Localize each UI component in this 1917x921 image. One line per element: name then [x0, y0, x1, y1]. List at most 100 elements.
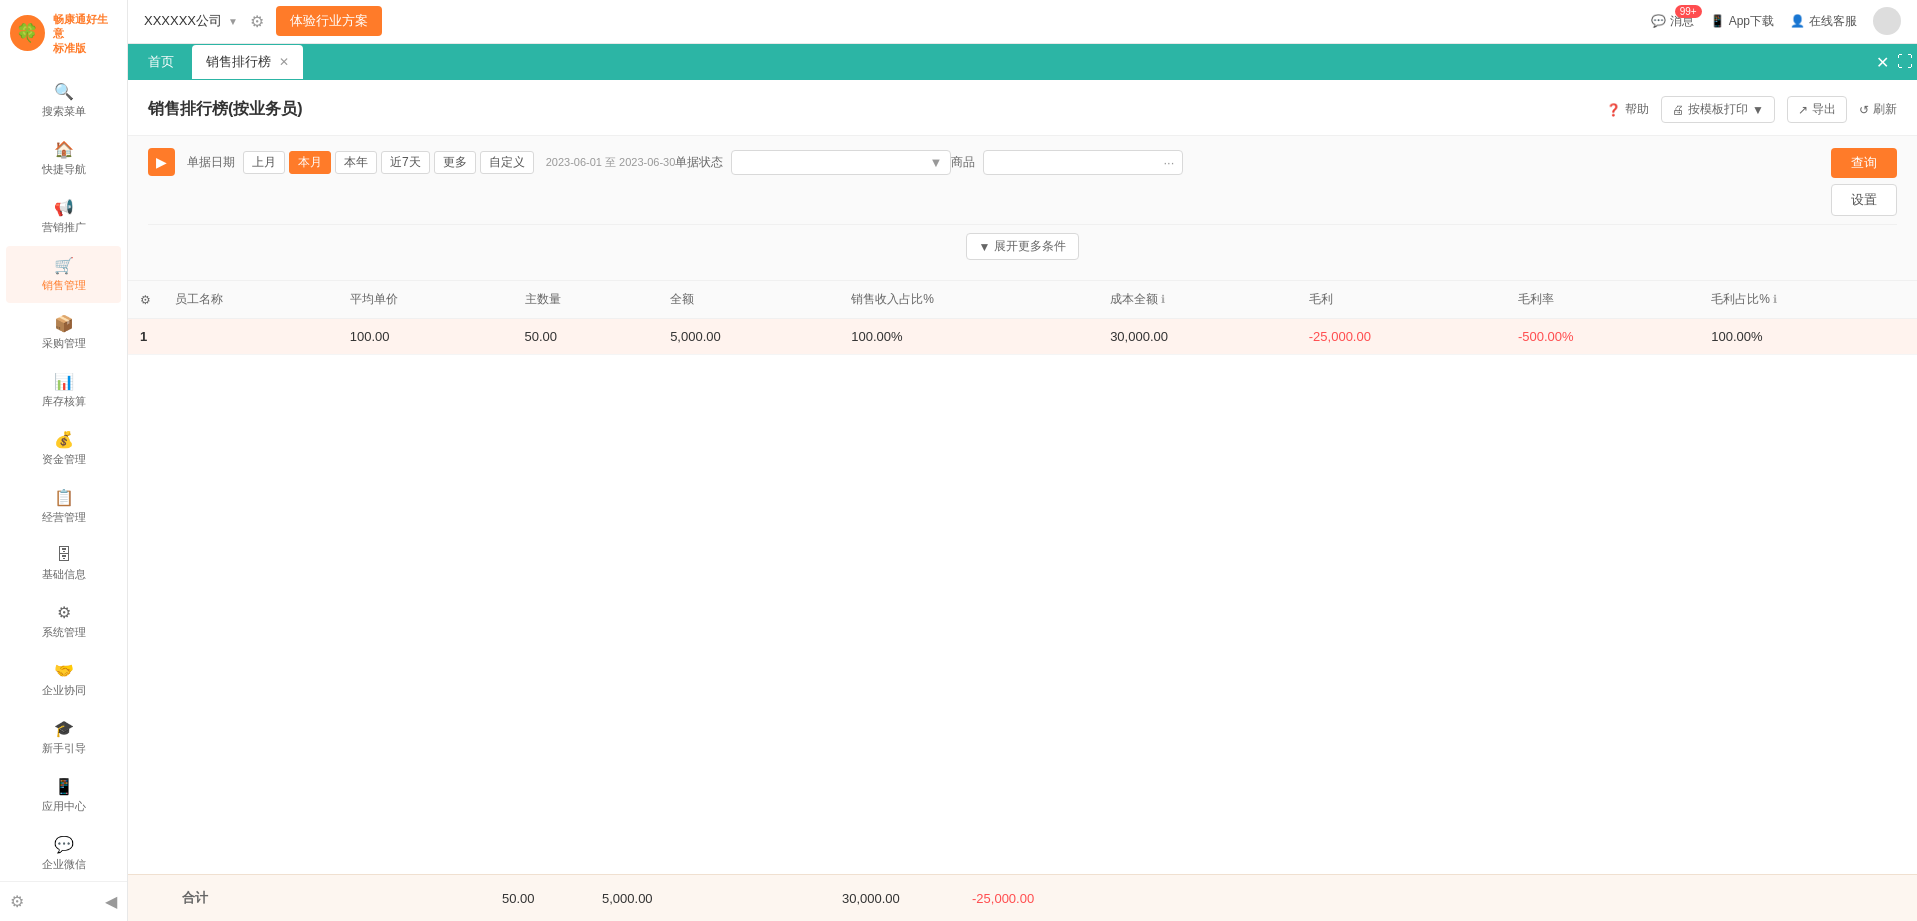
settings-bottom-icon[interactable]: ⚙ — [10, 892, 24, 911]
sidebar-nav: 🔍 搜索菜单 🏠 快捷导航 📢 营销推广 🛒 销售管理 📦 采购管理 📊 库存核… — [0, 67, 127, 881]
status-select[interactable]: ▼ — [731, 150, 951, 175]
date-btn-more[interactable]: 更多 — [434, 151, 476, 174]
guide-icon: 🎓 — [54, 719, 74, 738]
logo-icon: 🍀 — [10, 15, 45, 51]
main-area: XXXXXX公司 ▼ ⚙ 体验行业方案 💬 消息 99+ 📱 App下载 👤 在… — [128, 0, 1917, 921]
sidebar-item-quick[interactable]: 🏠 快捷导航 — [6, 130, 121, 187]
print-label: 按模板打印 — [1688, 101, 1748, 118]
logo-text: 畅康通好生意 标准版 — [53, 12, 117, 55]
online-service-button[interactable]: 👤 在线客服 — [1790, 13, 1857, 30]
data-table: ⚙ 员工名称 平均单价 主数量 全额 销售收入占比% 成本全额 ℹ 毛利 — [128, 281, 1917, 355]
filter-toggle-btn[interactable]: ▶ — [148, 148, 175, 176]
footer-cost: 30,000.00 — [830, 885, 960, 912]
sidebar-item-sales[interactable]: 🛒 销售管理 — [6, 246, 121, 303]
purchase-icon: 📦 — [54, 314, 74, 333]
sidebar-label-collab: 企业协同 — [42, 683, 86, 698]
service-icon: 👤 — [1790, 14, 1805, 28]
goods-select[interactable]: ··· — [983, 150, 1183, 175]
maximize-icon[interactable]: ⛶ — [1897, 53, 1913, 72]
footer-qty: 50.00 — [490, 885, 590, 912]
filter-actions: 查询 设置 — [1831, 148, 1897, 216]
table-col-name: 员工名称 — [163, 281, 338, 319]
table-footer: 合计 50.00 5,000.00 30,000.00 -25,000.00 — [128, 874, 1917, 921]
sidebar-logo: 🍀 畅康通好生意 标准版 — [0, 0, 127, 67]
page-header: 销售排行榜(按业务员) ❓ 帮助 🖨 按模板打印 ▼ ↗ 导出 ↺ 刷新 — [128, 80, 1917, 136]
marketing-icon: 📢 — [54, 198, 74, 217]
sidebar-item-collab[interactable]: 🤝 企业协同 — [6, 651, 121, 708]
message-button[interactable]: 💬 消息 99+ — [1651, 13, 1694, 30]
expand-conditions-button[interactable]: ▼ 展开更多条件 — [966, 233, 1080, 260]
gross-pct-info-icon[interactable]: ℹ — [1773, 293, 1777, 306]
app-icon: 📱 — [1710, 14, 1725, 28]
sidebar-label-apps: 应用中心 — [42, 799, 86, 814]
date-btn-this-year[interactable]: 本年 — [335, 151, 377, 174]
sidebar: 🍀 畅康通好生意 标准版 🔍 搜索菜单 🏠 快捷导航 📢 营销推广 🛒 销售管理… — [0, 0, 128, 921]
print-icon: 🖨 — [1672, 103, 1684, 117]
help-icon: ❓ — [1606, 103, 1621, 117]
row-gross-pct: 100.00% — [1699, 319, 1917, 355]
sidebar-item-inventory[interactable]: 📊 库存核算 — [6, 362, 121, 419]
refresh-label: 刷新 — [1873, 101, 1897, 118]
search-icon: 🔍 — [54, 82, 74, 101]
date-btn-custom[interactable]: 自定义 — [480, 151, 534, 174]
row-avg-price: 100.00 — [338, 319, 513, 355]
collab-icon: 🤝 — [54, 661, 74, 680]
sidebar-label-guide: 新手引导 — [42, 741, 86, 756]
query-button[interactable]: 查询 — [1831, 148, 1897, 178]
table-col-settings[interactable]: ⚙ — [128, 281, 163, 319]
sidebar-item-guide[interactable]: 🎓 新手引导 — [6, 709, 121, 766]
company-dropdown-icon: ▼ — [228, 16, 238, 27]
row-gross: -25,000.00 — [1297, 319, 1506, 355]
company-selector[interactable]: XXXXXX公司 ▼ — [144, 12, 238, 30]
footer-empty-avg — [370, 892, 490, 904]
date-btn-last-month[interactable]: 上月 — [243, 151, 285, 174]
active-tab-label: 销售排行榜 — [206, 53, 271, 71]
row-gross-rate: -500.00% — [1506, 319, 1699, 355]
sidebar-item-wechat[interactable]: 💬 企业微信 — [6, 825, 121, 881]
help-button[interactable]: ❓ 帮助 — [1606, 101, 1649, 118]
sidebar-item-finance[interactable]: 💰 资金管理 — [6, 420, 121, 477]
trial-button[interactable]: 体验行业方案 — [276, 6, 382, 36]
sidebar-item-apps[interactable]: 📱 应用中心 — [6, 767, 121, 824]
sidebar-item-operation[interactable]: 📋 经营管理 — [6, 478, 121, 535]
set-button[interactable]: 设置 — [1831, 184, 1897, 216]
close-window-icon[interactable]: ✕ — [1876, 53, 1889, 72]
refresh-button[interactable]: ↺ 刷新 — [1859, 101, 1897, 118]
page-title: 销售排行榜(按业务员) — [148, 99, 303, 120]
tab-home[interactable]: 首页 — [132, 45, 190, 79]
sidebar-item-search[interactable]: 🔍 搜索菜单 — [6, 72, 121, 129]
user-avatar[interactable] — [1873, 7, 1901, 35]
gear-button[interactable]: ⚙ — [250, 12, 264, 31]
export-button[interactable]: ↗ 导出 — [1787, 96, 1847, 123]
sidebar-item-purchase[interactable]: 📦 采购管理 — [6, 304, 121, 361]
date-btn-this-month[interactable]: 本月 — [289, 151, 331, 174]
cost-info-icon[interactable]: ℹ — [1161, 293, 1165, 306]
sidebar-item-marketing[interactable]: 📢 营销推广 — [6, 188, 121, 245]
date-btn-7days[interactable]: 近7天 — [381, 151, 430, 174]
table-col-revenue-pct: 销售收入占比% — [839, 281, 1098, 319]
refresh-icon: ↺ — [1859, 103, 1869, 117]
sidebar-item-basic[interactable]: 🗄 基础信息 — [6, 536, 121, 592]
sidebar-label-system: 系统管理 — [42, 625, 86, 640]
service-label: 在线客服 — [1809, 13, 1857, 30]
sidebar-item-system[interactable]: ⚙ 系统管理 — [6, 593, 121, 650]
date-range-display: 2023-06-01 至 2023-06-30 — [546, 155, 676, 170]
sidebar-label-finance: 资金管理 — [42, 452, 86, 467]
footer-label: 合计 — [170, 883, 370, 913]
collapse-icon[interactable]: ◀ — [105, 892, 117, 911]
sidebar-label-quick: 快捷导航 — [42, 162, 86, 177]
help-label: 帮助 — [1625, 101, 1649, 118]
tab-close-icon[interactable]: ✕ — [279, 55, 289, 69]
app-download-button[interactable]: 📱 App下载 — [1710, 13, 1774, 30]
date-filter-label: 单据日期 — [187, 154, 235, 171]
sidebar-label-wechat: 企业微信 — [42, 857, 86, 872]
tab-sales-ranking[interactable]: 销售排行榜 ✕ — [192, 45, 303, 79]
date-filter-group: 单据日期 上月 本月 本年 近7天 更多 自定义 2023-06-01 至 20… — [187, 151, 675, 174]
status-filter-group: 单据状态 ▼ — [675, 150, 951, 175]
sidebar-label-search: 搜索菜单 — [42, 104, 86, 119]
inventory-icon: 📊 — [54, 372, 74, 391]
print-button[interactable]: 🖨 按模板打印 ▼ — [1661, 96, 1775, 123]
header-right: 💬 消息 99+ 📱 App下载 👤 在线客服 — [1651, 7, 1901, 35]
top-header: XXXXXX公司 ▼ ⚙ 体验行业方案 💬 消息 99+ 📱 App下载 👤 在… — [128, 0, 1917, 44]
home-icon: 🏠 — [54, 140, 74, 159]
